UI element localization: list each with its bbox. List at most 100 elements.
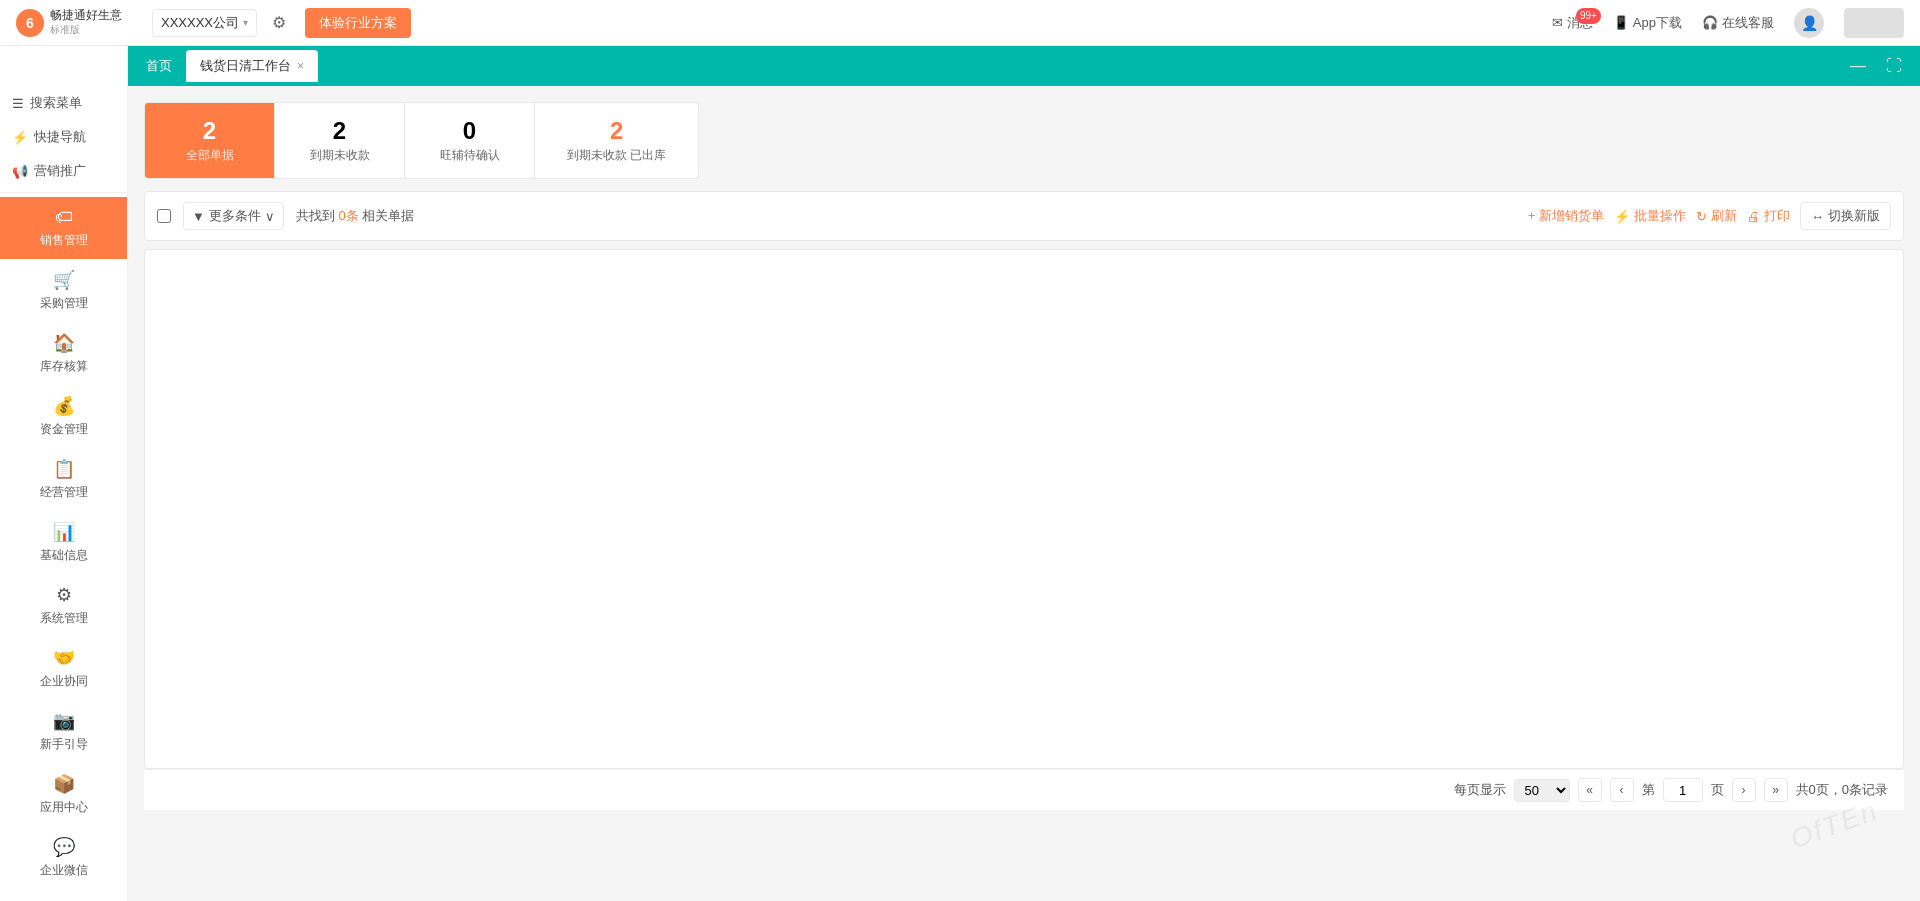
sidebar-search[interactable]: ☰ 搜索菜单 [0, 86, 127, 120]
stat-num-2: 0 [437, 117, 502, 145]
stat-label-3: 到期未收款 已出库 [567, 147, 666, 164]
tab-close-icon[interactable]: × [297, 59, 304, 73]
prev-page-btn[interactable]: ‹ [1610, 778, 1634, 802]
inventory-label: 库存核算 [40, 358, 88, 375]
appcenter-label: 应用中心 [40, 799, 88, 816]
home-tab-label: 首页 [146, 57, 172, 75]
settings-icon[interactable]: ⚙ [265, 9, 293, 37]
chevron-icon: ∨ [265, 209, 275, 224]
per-page-select[interactable]: 50 10 20 100 [1514, 779, 1570, 802]
total-text: 共0页，0条记录 [1796, 781, 1888, 799]
message-badge: 99+ [1576, 8, 1601, 24]
logo-area: 6 畅捷通好生意 标准版 [16, 8, 144, 38]
more-filters-label: 更多条件 [209, 207, 261, 225]
headset-icon: 🎧 [1702, 15, 1718, 30]
sales-label: 销售管理 [40, 232, 88, 249]
sales-icon: 🏷 [55, 207, 73, 228]
toolbar: ▼ 更多条件 ∨ 共找到 0条 相关单据 + 新增销货单 ⚡ 批量操作 ↻ 刷新 [144, 191, 1904, 241]
avatar[interactable]: 👤 [1794, 8, 1824, 38]
guide-label: 新手引导 [40, 736, 88, 753]
batch-icon: ⚡ [1614, 209, 1630, 224]
sidebar-quick-nav[interactable]: ⚡ 快捷导航 [0, 120, 127, 154]
app-name: 畅捷通好生意 [50, 8, 122, 24]
stat-num-1: 2 [307, 117, 372, 145]
basic-icon: 📊 [53, 521, 75, 543]
toolbar-left: ▼ 更多条件 ∨ 共找到 0条 相关单据 [157, 202, 1516, 230]
sidebar-item-member[interactable]: V 畅会员 [0, 889, 127, 901]
sidebar-item-appcenter[interactable]: 📦 应用中心 [0, 763, 127, 826]
message-icon: ✉ [1552, 15, 1563, 30]
sidebar-item-basic[interactable]: 📊 基础信息 [0, 511, 127, 574]
page-label: 第 [1642, 781, 1655, 799]
tab-work-bench[interactable]: 钱货日清工作台 × [186, 50, 318, 82]
appcenter-icon: 📦 [53, 773, 75, 795]
system-icon: ⚙ [56, 584, 72, 606]
stat-label-0: 全部单据 [177, 147, 242, 164]
quick-label: 快捷导航 [34, 128, 86, 146]
sidebar-promo[interactable]: 📢 营销推广 [0, 154, 127, 188]
company-selector[interactable]: XXXXXX公司 ▾ [152, 9, 257, 37]
tab-expand-icon[interactable]: ⛶ [1880, 55, 1908, 77]
batch-op-btn[interactable]: ⚡ 批量操作 [1614, 207, 1686, 225]
layout: 2 全部单据2 到期未收款0 旺辅待确认2 到期未收款 已出库 ▼ 更多条件 ∨ [0, 86, 1920, 901]
stat-card-1[interactable]: 2 到期未收款 [275, 103, 405, 178]
online-service-btn[interactable]: 🎧 在线客服 [1702, 14, 1774, 32]
sidebar-item-guide[interactable]: 📷 新手引导 [0, 700, 127, 763]
stat-card-2[interactable]: 0 旺辅待确认 [405, 103, 535, 178]
select-all-checkbox[interactable] [157, 209, 171, 223]
sidebar-item-cooperation[interactable]: 🤝 企业协同 [0, 637, 127, 700]
stat-num-0: 2 [177, 117, 242, 145]
switch-version-btn[interactable]: ↔ 切换新版 [1800, 202, 1891, 230]
add-order-btn[interactable]: + 新增销货单 [1528, 207, 1604, 225]
tab-home[interactable]: 首页 [132, 50, 186, 82]
tab-minimize-icon[interactable]: — [1844, 55, 1872, 77]
cooperation-label: 企业协同 [40, 673, 88, 690]
sidebar-item-wechat[interactable]: 💬 企业微信 [0, 826, 127, 889]
first-page-btn[interactable]: « [1578, 778, 1602, 802]
refresh-icon: ↻ [1696, 209, 1707, 224]
table-area [144, 249, 1904, 769]
stat-label-2: 旺辅待确认 [437, 147, 502, 164]
search-icon: ☰ [12, 96, 24, 111]
logo-text-block: 畅捷通好生意 标准版 [50, 8, 122, 38]
finance-label: 资金管理 [40, 421, 88, 438]
search-menu-label: 搜索菜单 [30, 94, 82, 112]
page-input[interactable] [1663, 778, 1703, 802]
trial-button[interactable]: 体验行业方案 [305, 8, 411, 38]
sidebar-item-operation[interactable]: 📋 经营管理 [0, 448, 127, 511]
cooperation-icon: 🤝 [53, 647, 75, 669]
sidebar-item-sales[interactable]: 🏷 销售管理 [0, 197, 127, 259]
filter-icon: ▼ [192, 209, 205, 224]
more-filters-btn[interactable]: ▼ 更多条件 ∨ [183, 202, 284, 230]
sidebar-items: 🏷 销售管理🛒 采购管理🏠 库存核算💰 资金管理📋 经营管理📊 基础信息⚙ 系统… [0, 197, 127, 901]
stat-card-0[interactable]: 2 全部单据 [145, 103, 275, 178]
stat-num-3: 2 [567, 117, 666, 145]
pagination-bar: 每页显示 50 10 20 100 « ‹ 第 页 › » 共0页，0条记录 [144, 769, 1904, 810]
wechat-label: 企业微信 [40, 862, 88, 879]
sidebar-item-inventory[interactable]: 🏠 库存核算 [0, 322, 127, 385]
stats-row: 2 全部单据2 到期未收款0 旺辅待确认2 到期未收款 已出库 [144, 102, 699, 179]
quick-icon: ⚡ [12, 130, 28, 145]
operation-label: 经营管理 [40, 484, 88, 501]
sidebar-top: ☰ 搜索菜单 ⚡ 快捷导航 📢 营销推广 [0, 86, 127, 193]
sidebar-divider [0, 192, 127, 193]
sidebar-item-finance[interactable]: 💰 资金管理 [0, 385, 127, 448]
app-download-btn[interactable]: 📱 App下载 [1613, 14, 1682, 32]
per-page-label: 每页显示 [1454, 781, 1506, 799]
refresh-btn[interactable]: ↻ 刷新 [1696, 207, 1737, 225]
basic-label: 基础信息 [40, 547, 88, 564]
stat-card-3[interactable]: 2 到期未收款 已出库 [535, 103, 698, 178]
inventory-icon: 🏠 [53, 332, 75, 354]
message-btn[interactable]: ✉ 消息 99+ [1552, 14, 1593, 32]
system-label: 系统管理 [40, 610, 88, 627]
guide-icon: 📷 [53, 710, 75, 732]
last-page-btn[interactable]: » [1764, 778, 1788, 802]
next-page-btn[interactable]: › [1732, 778, 1756, 802]
stat-label-1: 到期未收款 [307, 147, 372, 164]
sidebar-item-system[interactable]: ⚙ 系统管理 [0, 574, 127, 637]
sidebar-item-purchase[interactable]: 🛒 采购管理 [0, 259, 127, 322]
switch-icon: ↔ [1811, 209, 1824, 224]
user-name-area[interactable] [1844, 8, 1904, 38]
main-content: 2 全部单据2 到期未收款0 旺辅待确认2 到期未收款 已出库 ▼ 更多条件 ∨ [128, 86, 1920, 901]
print-btn[interactable]: 🖨 打印 [1747, 207, 1790, 225]
